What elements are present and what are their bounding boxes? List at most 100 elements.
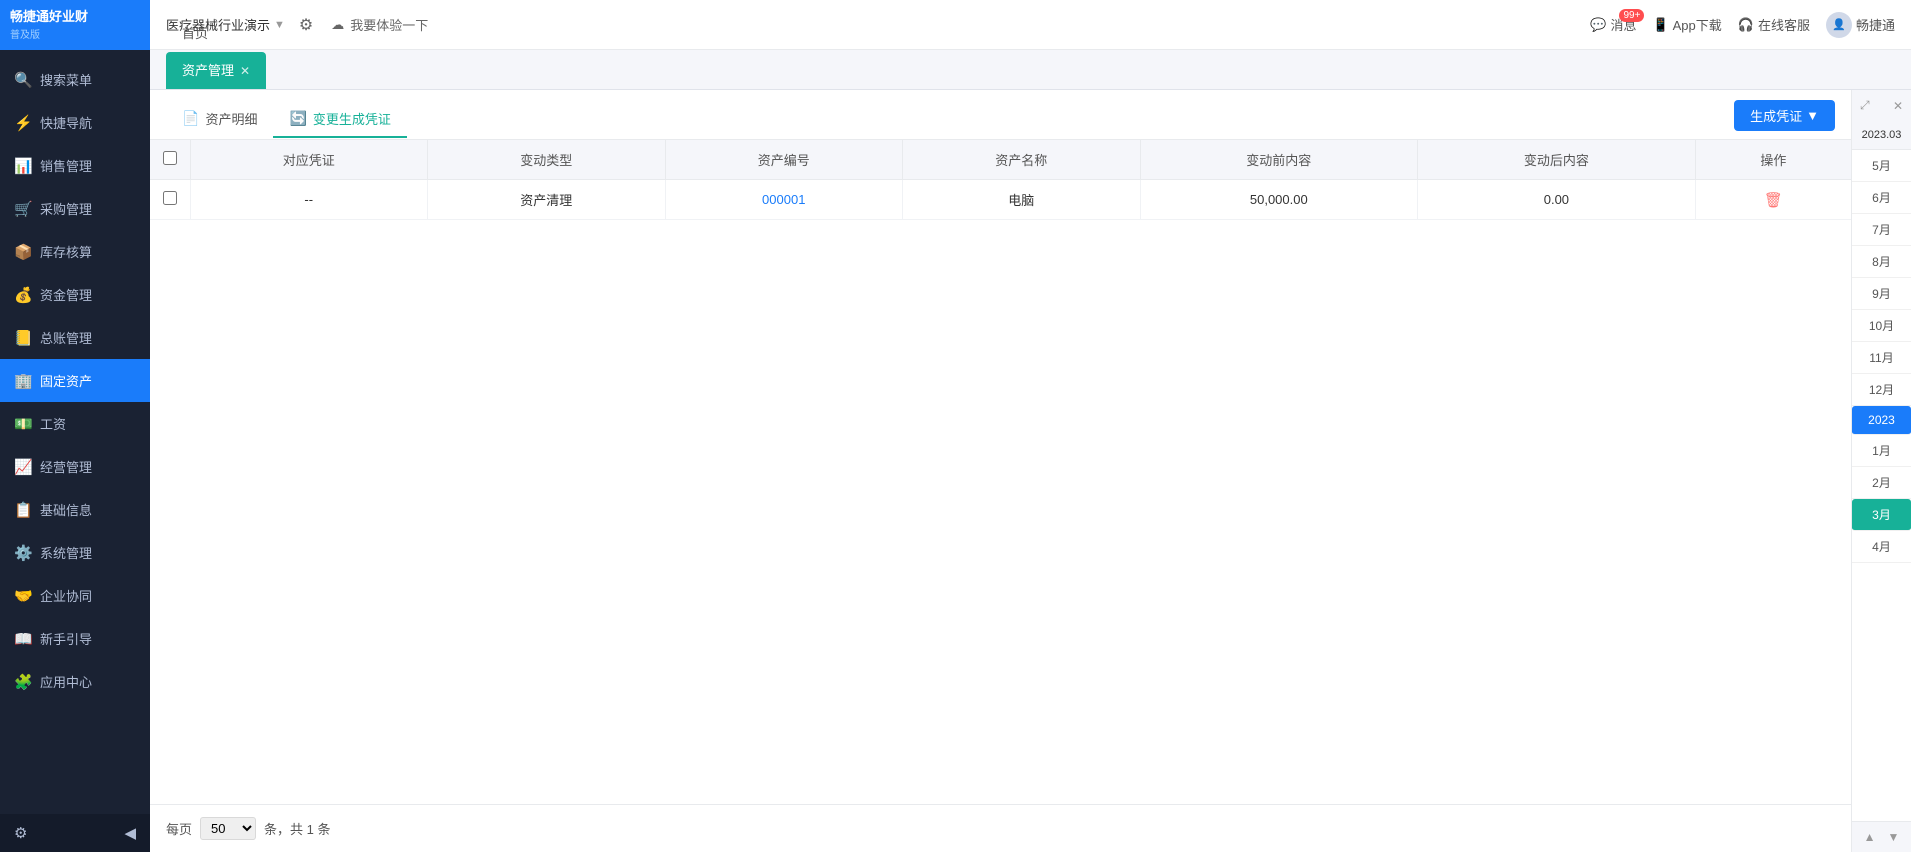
sidebar-item-apps[interactable]: 🧩应用中心 xyxy=(0,660,150,703)
message-badge: 99+ xyxy=(1619,9,1644,22)
col-asset-name: 资产名称 xyxy=(903,140,1141,180)
service-label: 在线客服 xyxy=(1758,15,1810,34)
select-all-checkbox[interactable] xyxy=(163,151,177,165)
app-download-btn[interactable]: 📱 App下载 xyxy=(1652,15,1721,34)
inventory-icon: 📦 xyxy=(14,243,32,261)
date-month[interactable]: 1月 xyxy=(1852,435,1911,467)
app-edition: 普及版 xyxy=(10,26,88,41)
avatar: 👤 xyxy=(1826,12,1852,38)
row-after: 0.00 xyxy=(1418,180,1696,220)
corp-icon: 🤝 xyxy=(14,587,32,605)
date-month[interactable]: 3月 xyxy=(1852,499,1911,531)
date-down-btn[interactable]: ▼ xyxy=(1884,826,1904,848)
sidebar-label-finance: 资金管理 xyxy=(40,285,92,304)
panel-expand-btn[interactable]: ⤢ xyxy=(1856,94,1874,117)
settings-icon[interactable]: ⚙ xyxy=(14,824,27,842)
sidebar-item-finance[interactable]: 💰 资金管理 xyxy=(0,273,150,316)
sidebar-nav: 🔍搜索菜单⚡快捷导航📊销售管理🛒采购管理📦库存核算 💰 资金管理 📒总账管理🏢固定资产… xyxy=(0,58,150,814)
date-month[interactable]: 4月 xyxy=(1852,531,1911,563)
col-asset-code: 资产编号 xyxy=(665,140,903,180)
panel-close-btn[interactable]: ✕ xyxy=(1889,94,1907,117)
date-month[interactable]: 6月 xyxy=(1852,182,1911,214)
topbar-settings-icon[interactable]: ⚙ xyxy=(299,15,313,35)
sidebar-label-basic: 基础信息 xyxy=(40,500,92,519)
per-page-select[interactable]: 102050100 xyxy=(200,817,256,840)
date-month[interactable]: 9月 xyxy=(1852,278,1911,310)
date-year-2023[interactable]: 2023 xyxy=(1852,406,1911,435)
sales-icon: 📊 xyxy=(14,157,32,175)
table-header-row: 对应凭证 变动类型 资产编号 资产名称 变动前内容 变动后内容 操作 xyxy=(150,140,1851,180)
purchase-icon: 🛒 xyxy=(14,200,32,218)
row-before: 50,000.00 xyxy=(1140,180,1418,220)
sidebar-item-salary[interactable]: 💵工资 xyxy=(0,402,150,445)
date-month[interactable]: 12月 xyxy=(1852,374,1911,406)
sidebar-item-inventory[interactable]: 📦库存核算 xyxy=(0,230,150,273)
generate-btn-wrapper: 生成凭证 ▼ xyxy=(1734,100,1835,131)
tab-label-asset: 资产管理 xyxy=(182,63,234,78)
date-month[interactable]: 2月 xyxy=(1852,467,1911,499)
tab-asset[interactable]: 资产管理 ✕ xyxy=(166,52,266,89)
user-btn[interactable]: 👤 畅捷通 xyxy=(1826,12,1895,38)
service-btn[interactable]: 🎧 在线客服 xyxy=(1738,15,1810,34)
select-all-col xyxy=(150,140,190,180)
sidebar-item-system[interactable]: ⚙️系统管理 xyxy=(0,531,150,574)
ledger-icon: 📒 xyxy=(14,329,32,347)
sidebar-item-corp[interactable]: 🤝 企业协同 xyxy=(0,574,150,617)
sidebar-label-apps: 应用中心 xyxy=(40,672,92,691)
col-voucher: 对应凭证 xyxy=(190,140,428,180)
panel-controls: ⤢ ✕ xyxy=(1852,90,1911,121)
generate-label: 生成凭证 xyxy=(1750,106,1802,125)
tab-home[interactable]: 首页 xyxy=(166,15,266,52)
row-asset-name: 电脑 xyxy=(903,180,1141,220)
generate-voucher-btn[interactable]: 生成凭证 ▼ xyxy=(1734,100,1835,131)
subtab-icon-list: 📄 xyxy=(182,110,199,127)
sidebar-item-guide[interactable]: 📖新手引导 xyxy=(0,617,150,660)
date-panel: ⤢ ✕ 2023.03 5月6月7月8月9月10月11月12月20231月2月3… xyxy=(1851,90,1911,852)
row-checkbox[interactable] xyxy=(163,191,177,205)
table-container: 对应凭证 变动类型 资产编号 资产名称 变动前内容 变动后内容 操作 -- 资产… xyxy=(150,140,1851,804)
sidebar-footer: ⚙ ◀ xyxy=(0,814,150,852)
message-btn[interactable]: 💬 消息 99+ xyxy=(1590,15,1636,34)
table-body: -- 资产清理 000001 电脑 50,000.00 0.00 🗑 xyxy=(150,180,1851,220)
app-label: App下载 xyxy=(1673,15,1722,34)
date-up-btn[interactable]: ▲ xyxy=(1860,826,1880,848)
total-label: 条，共 1 条 xyxy=(264,819,330,838)
date-month[interactable]: 8月 xyxy=(1852,246,1911,278)
sidebar-item-ops[interactable]: 📈经营管理 xyxy=(0,445,150,488)
subtab-list[interactable]: 📄资产明细 xyxy=(166,101,273,138)
sidebar-item-purchase[interactable]: 🛒采购管理 xyxy=(0,187,150,230)
tabs: 首页资产管理 ✕ xyxy=(166,15,266,89)
basic-icon: 📋 xyxy=(14,501,32,519)
sidebar-item-ledger[interactable]: 📒总账管理 xyxy=(0,316,150,359)
delete-icon[interactable]: 🗑 xyxy=(1764,192,1783,209)
tab-close-asset[interactable]: ✕ xyxy=(240,64,250,78)
date-month[interactable]: 5月 xyxy=(1852,150,1911,182)
sidebar-label-guide: 新手引导 xyxy=(40,629,92,648)
sidebar-item-sales[interactable]: 📊销售管理 xyxy=(0,144,150,187)
content-area: 📄资产明细🔄变更生成凭证 生成凭证 ▼ xyxy=(150,90,1911,852)
sidebar-label-system: 系统管理 xyxy=(40,543,92,562)
date-month[interactable]: 10月 xyxy=(1852,310,1911,342)
experience-btn[interactable]: ☁ 我要体验一下 xyxy=(331,15,428,34)
sidebar-logo: 畅捷通好业财 普及版 xyxy=(0,0,150,50)
topbar: 医疗器械行业演示 ▼ ⚙ ☁ 我要体验一下 💬 消息 99+ 📱 App下载 🎧… xyxy=(150,0,1911,50)
sidebar-label-corp: 企业协同 xyxy=(40,586,92,605)
finance-icon: 💰 xyxy=(14,286,32,304)
per-page-label: 每页 xyxy=(166,819,192,838)
sidebar-item-search[interactable]: 🔍搜索菜单 xyxy=(0,58,150,101)
panel-year-month: 2023.03 xyxy=(1862,129,1902,141)
sidebar-item-basic[interactable]: 📋 基础信息 xyxy=(0,488,150,531)
quicknav-icon: ⚡ xyxy=(14,114,32,132)
sidebar-item-quicknav[interactable]: ⚡快捷导航 xyxy=(0,101,150,144)
subtab-voucher[interactable]: 🔄变更生成凭证 xyxy=(273,101,406,138)
dropdown-arrow-icon: ▼ xyxy=(1806,108,1819,123)
app-icon: 📱 xyxy=(1652,17,1668,33)
sidebar-item-fixed[interactable]: 🏢固定资产 xyxy=(0,359,150,402)
date-month[interactable]: 11月 xyxy=(1852,342,1911,374)
salary-icon: 💵 xyxy=(14,415,32,433)
row-select xyxy=(150,180,190,220)
collapse-icon[interactable]: ◀ xyxy=(124,824,136,842)
col-before: 变动前内容 xyxy=(1140,140,1418,180)
main-area: 医疗器械行业演示 ▼ ⚙ ☁ 我要体验一下 💬 消息 99+ 📱 App下载 🎧… xyxy=(150,0,1911,852)
date-month[interactable]: 7月 xyxy=(1852,214,1911,246)
